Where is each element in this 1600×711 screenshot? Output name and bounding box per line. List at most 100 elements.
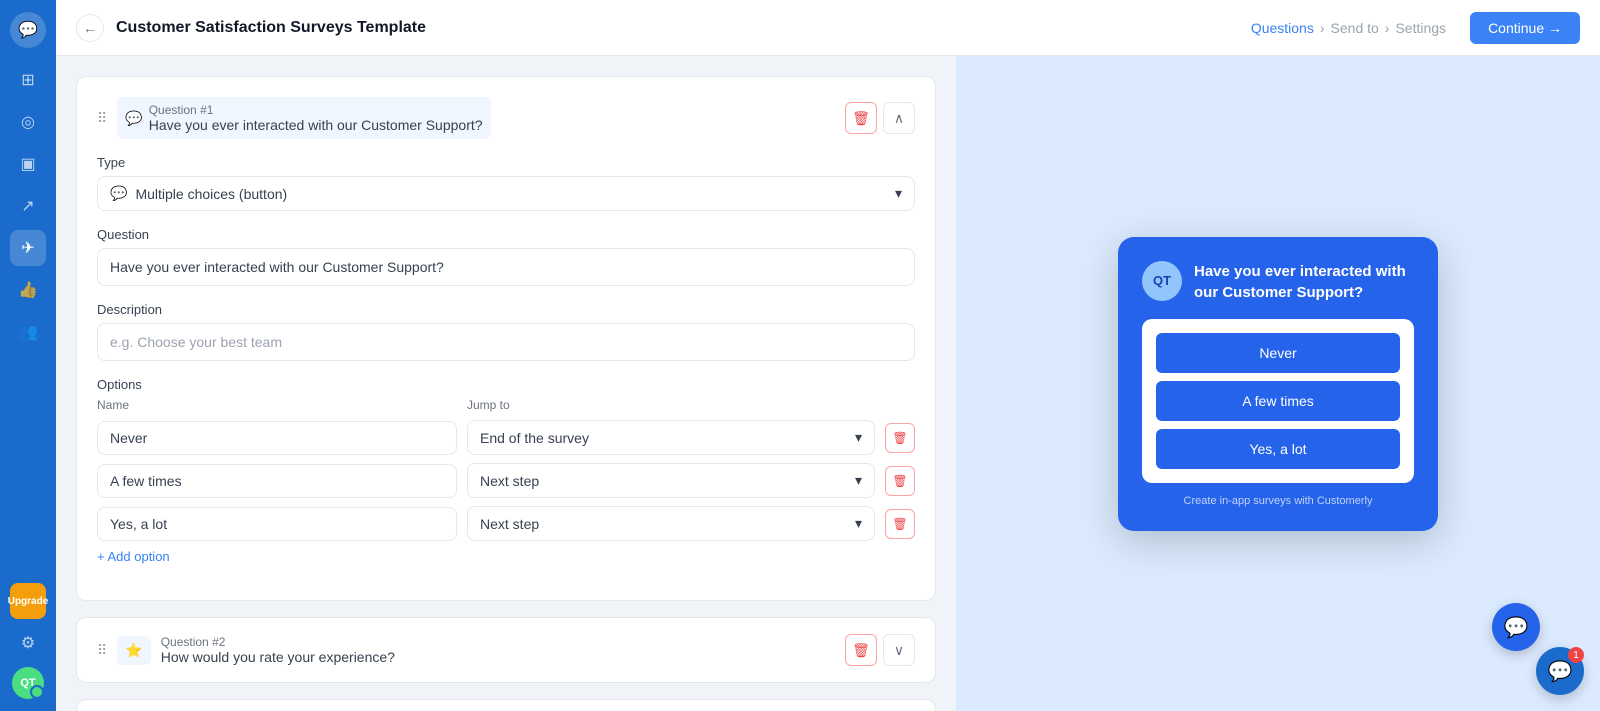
option-2-jump-value: Next step <box>480 473 539 489</box>
options-header: Name Jump to <box>97 398 915 412</box>
option-1-jump-value: End of the survey <box>480 430 589 446</box>
continue-button[interactable]: Continue → <box>1470 12 1580 44</box>
option-1-jump-chevron: ▾ <box>855 429 862 446</box>
continue-label: Continue → <box>1488 20 1562 36</box>
widget-option-yes-lot[interactable]: Yes, a lot <box>1156 429 1400 469</box>
sidebar-item-thumbs[interactable]: 👍 <box>10 272 46 308</box>
delete-question-1-button[interactable]: 🗑 <box>845 102 877 134</box>
settings-button[interactable]: ⚙ <box>10 625 46 661</box>
sidebar-item-chart[interactable]: ◎ <box>10 104 46 140</box>
option-2-jump-chevron: ▾ <box>855 472 862 489</box>
question-1-header: ⠿ 💬 Question #1 Have you ever interacted… <box>97 97 915 139</box>
drag-handle-2[interactable]: ⠿ <box>97 642 107 659</box>
sidebar-logo[interactable]: 💬 <box>10 12 46 48</box>
options-group: Options Name Jump to End of the survey ▾… <box>97 377 915 564</box>
user-avatar[interactable]: QT <box>12 667 44 699</box>
expand-question-2-button[interactable]: ∨ <box>883 634 915 666</box>
widget-body: Never A few times Yes, a lot <box>1142 319 1414 483</box>
option-3-name[interactable] <box>97 507 457 541</box>
logo-icon: 💬 <box>18 20 38 40</box>
sidebar-item-grid[interactable]: ⊞ <box>10 62 46 98</box>
delete-option-3-button[interactable]: 🗑 <box>885 509 915 539</box>
option-3-jump-chevron: ▾ <box>855 515 862 532</box>
sidebar-item-users[interactable]: 👥 <box>10 314 46 350</box>
options-name-col-header: Name <box>97 398 467 412</box>
type-select[interactable]: 💬 Multiple choices (button) ▾ <box>97 176 915 211</box>
sidebar: 💬 ⊞ ◎ ▣ ↗ ✈ 👍 👥 Upgrade ⚙ QT <box>0 0 56 711</box>
content-area: ⠿ 💬 Question #1 Have you ever interacted… <box>56 56 1600 711</box>
nav-send-to[interactable]: Send to <box>1331 20 1379 36</box>
delete-option-1-button[interactable]: 🗑 <box>885 423 915 453</box>
nav-settings[interactable]: Settings <box>1395 20 1446 36</box>
widget-avatar: QT <box>1142 261 1182 301</box>
options-jump-col-header: Jump to <box>467 398 915 412</box>
add-option-button[interactable]: + Add option <box>97 549 170 564</box>
widget-option-few-times[interactable]: A few times <box>1156 381 1400 421</box>
question-card-3: ⠿ 📝 Question #3 What's the reason for yo… <box>76 699 936 711</box>
nav-sep-2: › <box>1385 20 1390 36</box>
page-title: Customer Satisfaction Surveys Template <box>116 19 1251 37</box>
type-chevron-icon: ▾ <box>895 185 902 202</box>
nav-sep-1: › <box>1320 20 1325 36</box>
question-2-badge: ⭐ <box>117 636 150 665</box>
question-card-1: ⠿ 💬 Question #1 Have you ever interacted… <box>76 76 936 601</box>
survey-widget: QT Have you ever interacted with our Cus… <box>1118 237 1438 531</box>
chat-icon: 💬 <box>125 110 142 127</box>
question-2-actions: 🗑 ∨ <box>845 634 915 666</box>
notification-badge: 1 <box>1568 647 1584 663</box>
widget-avatar-initials: QT <box>1153 273 1171 288</box>
avatar-initials: QT <box>20 677 35 689</box>
type-label: Type <box>97 155 915 170</box>
question-field-label: Question <box>97 227 915 242</box>
notification-button[interactable]: 💬 1 <box>1536 647 1584 695</box>
option-2-jump[interactable]: Next step ▾ <box>467 463 875 498</box>
option-row-1: End of the survey ▾ 🗑 <box>97 420 915 455</box>
chat-bubble-icon: 💬 <box>1504 615 1529 640</box>
widget-option-never[interactable]: Never <box>1156 333 1400 373</box>
description-group: Description <box>97 302 915 361</box>
star-icon: ⭐ <box>125 642 142 659</box>
option-1-name[interactable] <box>97 421 457 455</box>
option-2-name[interactable] <box>97 464 457 498</box>
options-section-label: Options <box>97 377 915 392</box>
sidebar-item-trend[interactable]: ↗ <box>10 188 46 224</box>
option-row-2: Next step ▾ 🗑 <box>97 463 915 498</box>
notification-icon: 💬 <box>1548 659 1573 684</box>
add-option-label: + Add option <box>97 549 170 564</box>
option-1-jump[interactable]: End of the survey ▾ <box>467 420 875 455</box>
question-2-number: Question #2 <box>161 635 395 649</box>
main-area: ← Customer Satisfaction Surveys Template… <box>56 0 1600 711</box>
type-field-group: Type 💬 Multiple choices (button) ▾ <box>97 155 915 211</box>
delete-option-2-button[interactable]: 🗑 <box>885 466 915 496</box>
settings-icon: ⚙ <box>21 633 35 653</box>
question-input[interactable] <box>97 248 915 286</box>
question-1-label: Have you ever interacted with our Custom… <box>149 117 483 133</box>
type-value: Multiple choices (button) <box>135 186 287 202</box>
question-1-actions: 🗑 ∧ <box>845 102 915 134</box>
option-row-3: Next step ▾ 🗑 <box>97 506 915 541</box>
preview-panel: QT Have you ever interacted with our Cus… <box>956 56 1600 711</box>
nav-questions[interactable]: Questions <box>1251 20 1314 36</box>
widget-header: QT Have you ever interacted with our Cus… <box>1142 261 1414 303</box>
question-1-number: Question #1 <box>149 103 483 117</box>
sidebar-item-send[interactable]: ✈ <box>10 230 46 266</box>
collapse-question-1-button[interactable]: ∧ <box>883 102 915 134</box>
header: ← Customer Satisfaction Surveys Template… <box>56 0 1600 56</box>
question-text-group: Question <box>97 227 915 286</box>
question-1-badge: 💬 Question #1 Have you ever interacted w… <box>117 97 490 139</box>
question-2-label: How would you rate your experience? <box>161 649 395 665</box>
option-3-jump[interactable]: Next step ▾ <box>467 506 875 541</box>
sidebar-item-note[interactable]: ▣ <box>10 146 46 182</box>
upgrade-button[interactable]: Upgrade <box>10 583 46 619</box>
back-button[interactable]: ← <box>76 14 104 42</box>
question-card-2: ⠿ ⭐ Question #2 How would you rate your … <box>76 617 936 683</box>
widget-question: Have you ever interacted with our Custom… <box>1194 261 1414 303</box>
delete-question-2-button[interactable]: 🗑 <box>845 634 877 666</box>
option-3-jump-value: Next step <box>480 516 539 532</box>
select-type-icon: 💬 <box>110 185 127 202</box>
editor-panel: ⠿ 💬 Question #1 Have you ever interacted… <box>56 56 956 711</box>
chat-bubble-button[interactable]: 💬 <box>1492 603 1540 651</box>
header-nav: Questions › Send to › Settings <box>1251 20 1446 36</box>
description-input[interactable] <box>97 323 915 361</box>
drag-handle-1[interactable]: ⠿ <box>97 110 107 127</box>
